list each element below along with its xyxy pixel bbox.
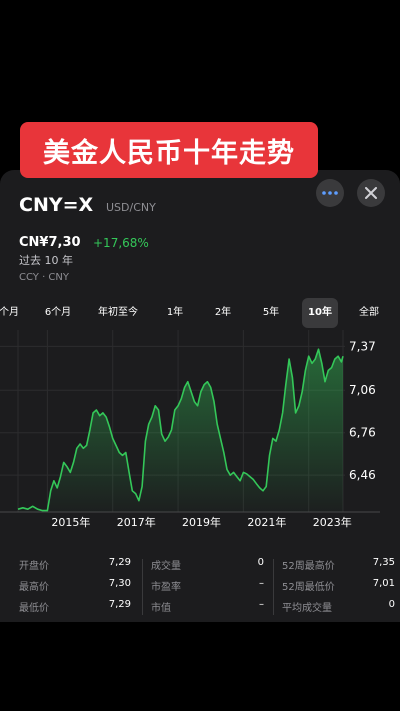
w52-high-value: 7,35: [372, 557, 395, 568]
stats-divider: [273, 559, 274, 615]
range-selector: 个月 6个月 年初至今 1年 2年 5年 10年 全部: [0, 298, 400, 328]
avg-volume-value: 0: [388, 599, 395, 610]
close-icon: [365, 187, 377, 199]
volume-label: 成交量: [151, 561, 181, 572]
stats-divider: [142, 559, 143, 615]
y-tick-label: 6,46: [349, 468, 376, 482]
low-label: 最低价: [19, 603, 49, 614]
title-banner: 美金人民币十年走势: [20, 122, 318, 178]
volume-value: 0: [257, 557, 264, 568]
range-all[interactable]: 全部: [352, 298, 386, 328]
x-tick-label: 2015年: [51, 515, 90, 529]
range-months[interactable]: 个月: [0, 298, 24, 328]
high-label: 最高价: [19, 582, 49, 593]
mcap-label: 市值: [151, 603, 171, 614]
currency-pair: USD/CNY: [106, 201, 156, 214]
banner-title: 美金人民币十年走势: [43, 137, 295, 169]
high-value: 7,30: [108, 578, 131, 589]
y-tick-label: 7,06: [349, 383, 376, 397]
pe-label: 市盈率: [151, 582, 181, 593]
pe-value: –: [259, 578, 264, 589]
range-5y[interactable]: 5年: [255, 298, 287, 328]
range-2y[interactable]: 2年: [207, 298, 239, 328]
x-tick-label: 2017年: [117, 515, 156, 529]
range-ytd[interactable]: 年初至今: [92, 298, 144, 328]
price-chart[interactable]: 7,37 7,06 6,76 6,46 2015年 2017年 2019年 2021年 202…: [0, 330, 400, 540]
stats-row-1: 开盘价 7,29 成交量 0 52周最高价 7,35: [0, 557, 400, 577]
current-price: CN¥7,30: [19, 235, 81, 250]
range-1y[interactable]: 1年: [160, 298, 190, 328]
x-tick-label: 2021年: [247, 515, 286, 529]
open-label: 开盘价: [19, 561, 49, 572]
x-tick-label: 2023年: [313, 515, 352, 529]
period-label: 过去 10 年: [19, 254, 73, 267]
stats-table: 开盘价 7,29 成交量 0 52周最高价 7,35 最高价 7,30 市盈率 …: [0, 557, 400, 623]
w52-high-label: 52周最高价: [282, 561, 335, 572]
price-area: [18, 349, 343, 512]
y-tick-label: 7,37: [349, 339, 376, 353]
exchange-label: CCY · CNY: [19, 272, 70, 283]
open-value: 7,29: [108, 557, 131, 568]
screen: 美金人民币十年走势 CNY=X USD/CNY CN¥7,30 +17,68% …: [0, 0, 400, 711]
avg-volume-label: 平均成交量: [282, 603, 332, 614]
stats-row-3: 最低价 7,29 市值 – 平均成交量 0: [0, 599, 400, 619]
stats-row-2: 最高价 7,30 市盈率 – 52周最低价 7,01: [0, 578, 400, 598]
low-value: 7,29: [108, 599, 131, 610]
ticker-symbol: CNY=X: [19, 194, 94, 216]
close-button[interactable]: [357, 179, 385, 207]
w52-low-label: 52周最低价: [282, 582, 335, 593]
y-tick-label: 6,76: [349, 426, 376, 440]
price-change: +17,68%: [93, 236, 149, 250]
ellipsis-icon: [322, 191, 338, 195]
price-chart-svg: 7,37 7,06 6,76 6,46 2015年 2017年 2019年 2021年 202…: [0, 330, 380, 529]
range-6m[interactable]: 6个月: [38, 298, 78, 328]
w52-low-value: 7,01: [372, 578, 395, 589]
mcap-value: –: [259, 599, 264, 610]
x-tick-label: 2019年: [182, 515, 221, 529]
more-button[interactable]: [316, 179, 344, 207]
range-10y[interactable]: 10年: [302, 298, 338, 328]
